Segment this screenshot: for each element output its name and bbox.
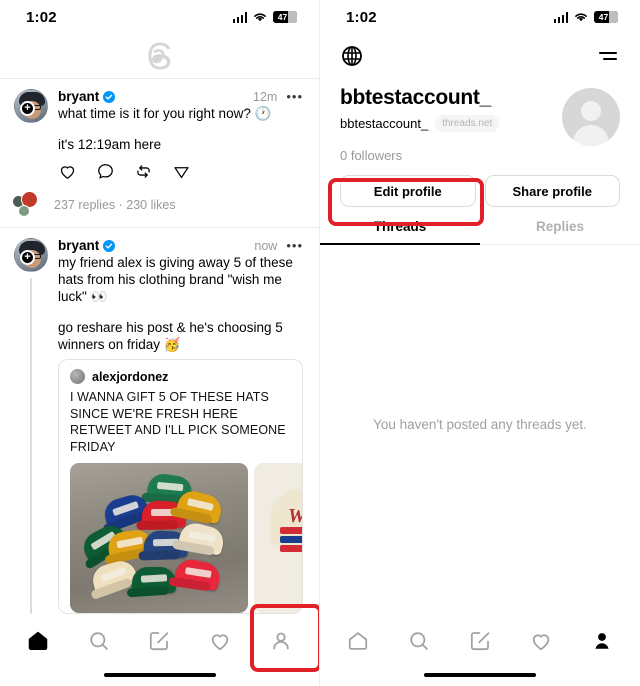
- battery-level-text: 47: [598, 12, 609, 22]
- tab-replies[interactable]: Replies: [480, 219, 640, 245]
- post-2-header: bryant now •••: [58, 238, 303, 253]
- status-time: 1:02: [26, 8, 57, 26]
- comment-icon[interactable]: [96, 162, 115, 181]
- like-icon[interactable]: [58, 162, 77, 181]
- cellular-signal-icon: [553, 11, 568, 23]
- right-phone-screen-profile: 1:02 47 bbtestaccount_ bbtestaccount_ th…: [320, 0, 640, 686]
- post-1-action-bar: [58, 162, 303, 181]
- post-2-text-line-2: go reshare his post & he's choosing 5 wi…: [58, 320, 283, 352]
- status-time: 1:02: [346, 8, 377, 26]
- quoted-post-username[interactable]: alexjordonez: [92, 370, 168, 384]
- post-2-text-line-1: my friend alex is giving away 5 of these…: [58, 255, 293, 304]
- profile-empty-state-text: You haven't posted any threads yet.: [373, 417, 587, 432]
- profile-followers-count[interactable]: 0 followers: [340, 148, 562, 163]
- battery-level-text: 47: [277, 12, 288, 22]
- quoted-post-card[interactable]: alexjordonez I WANNA GIFT 5 OF THESE HAT…: [58, 359, 303, 614]
- post-1-avatar-column: +: [14, 89, 48, 181]
- cellular-signal-icon: [232, 11, 247, 23]
- post-1-username[interactable]: bryant: [58, 89, 99, 104]
- profile-person-icon[interactable]: [590, 629, 614, 653]
- status-bar-left: 1:02 47: [0, 0, 319, 34]
- profile-handle: bbtestaccount_: [340, 116, 429, 131]
- tab-threads[interactable]: Threads: [320, 219, 480, 245]
- quoted-post-text: I WANNA GIFT 5 OF THESE HATS SINCE WE'RE…: [70, 390, 286, 454]
- edit-profile-button[interactable]: Edit profile: [340, 175, 476, 207]
- post-1-text-line-1: what time is it for you right now? 🕐: [58, 106, 272, 121]
- follow-plus-badge-icon[interactable]: +: [20, 101, 35, 116]
- search-icon[interactable]: [87, 629, 111, 653]
- post-2-username[interactable]: bryant: [58, 238, 99, 253]
- profile-topbar: [320, 34, 640, 78]
- quoted-post-media: W: [59, 463, 302, 613]
- repost-icon[interactable]: [134, 162, 153, 181]
- feed-post-1[interactable]: + bryant 12m ••• what time is it for you…: [0, 79, 319, 185]
- profile-tabs: Threads Replies: [320, 219, 640, 245]
- status-indicators: 47: [232, 11, 297, 23]
- activity-heart-icon[interactable]: [529, 629, 553, 653]
- compose-icon[interactable]: [468, 629, 492, 653]
- replies-facepile: [12, 191, 46, 219]
- wifi-icon: [254, 13, 266, 22]
- verified-badge-icon: [103, 90, 116, 103]
- dual-screenshot-container: 1:02 47 + bryant 12m ••• what time is it…: [0, 0, 640, 686]
- threads-logo: [0, 34, 319, 78]
- post-1-more-options-icon[interactable]: •••: [286, 90, 303, 103]
- post-1-header: bryant 12m •••: [58, 89, 303, 104]
- profile-person-icon[interactable]: [269, 629, 293, 653]
- share-profile-button[interactable]: Share profile: [484, 175, 620, 207]
- profile-avatar[interactable]: [562, 88, 620, 146]
- profile-domain-chip: threads.net: [435, 115, 500, 132]
- post-2-timestamp: now: [254, 238, 278, 253]
- bottom-tabbar-right: [320, 618, 640, 686]
- thread-connector-line: [30, 278, 32, 614]
- post-1-text-line-2: it's 12:19am here: [58, 137, 162, 152]
- globe-icon[interactable]: [340, 44, 364, 68]
- avatar: [70, 369, 85, 384]
- left-phone-screen-threads-feed: 1:02 47 + bryant 12m ••• what time is it…: [0, 0, 320, 686]
- post-1-meta-row[interactable]: 237 replies · 230 likes: [0, 185, 319, 227]
- post-2-avatar-column: +: [14, 238, 48, 614]
- battery-icon: 47: [273, 11, 297, 23]
- search-icon[interactable]: [407, 629, 431, 653]
- profile-display-name: bbtestaccount_: [340, 86, 491, 109]
- verified-badge-icon: [103, 239, 116, 252]
- status-indicators: 47: [553, 11, 618, 23]
- battery-icon: 47: [594, 11, 618, 23]
- hamburger-menu-icon[interactable]: [596, 48, 620, 64]
- home-icon[interactable]: [346, 629, 370, 653]
- post-1-timestamp: 12m: [253, 89, 278, 104]
- bottom-tabbar-left: [0, 618, 319, 686]
- follow-plus-badge-icon[interactable]: +: [20, 250, 35, 265]
- home-indicator-bar: [103, 672, 216, 677]
- profile-action-buttons: Edit profile Share profile: [320, 163, 640, 207]
- profile-identity-block: bbtestaccount_ bbtestaccount_ threads.ne…: [320, 78, 640, 163]
- compose-icon[interactable]: [147, 629, 171, 653]
- post-2-more-options-icon[interactable]: •••: [286, 239, 303, 252]
- brand-script-text: W: [288, 505, 302, 528]
- wifi-icon: [575, 13, 587, 22]
- home-indicator-bar: [424, 672, 536, 677]
- activity-heart-icon[interactable]: [208, 629, 232, 653]
- quoted-post-image-2[interactable]: W: [254, 463, 302, 613]
- share-icon[interactable]: [172, 162, 191, 181]
- status-bar-right: 1:02 47: [320, 0, 640, 34]
- quoted-post-header: alexjordonez: [59, 360, 302, 389]
- quoted-post-image-1[interactable]: [70, 463, 248, 613]
- feed-post-2[interactable]: + bryant now ••• my friend alex is givin…: [0, 228, 319, 618]
- home-icon[interactable]: [26, 629, 50, 653]
- post-1-replies-likes: 237 replies · 230 likes: [54, 198, 176, 212]
